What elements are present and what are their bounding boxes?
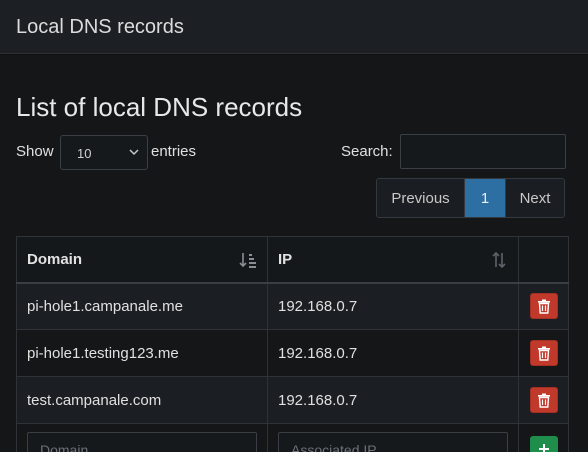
plus-icon	[538, 444, 549, 452]
ip-form-cell: Associated IP	[267, 423, 519, 452]
page-1-button[interactable]: 1	[465, 179, 505, 217]
chevron-down-icon	[129, 149, 139, 156]
actions-cell	[518, 376, 569, 424]
dns-records-panel: List of local DNS records Show 10 entrie…	[0, 55, 588, 452]
trash-icon	[537, 299, 550, 314]
page-title: Local DNS records	[16, 16, 184, 38]
domain-cell: pi-hole1.campanale.me	[16, 282, 268, 330]
page-header: Local DNS records	[0, 0, 588, 54]
actions-cell	[518, 329, 569, 377]
add-cell	[518, 423, 569, 452]
sort-amount-down-icon	[239, 253, 256, 268]
table-row: pi-hole1.testing123.me 192.168.0.7	[16, 329, 569, 377]
sort-both-icon	[492, 251, 506, 269]
delete-record-button[interactable]	[529, 387, 558, 413]
trash-icon	[537, 393, 550, 408]
table-header-row: Domain IP	[16, 236, 569, 284]
entries-select[interactable]: 10	[60, 135, 148, 170]
domain-cell: pi-hole1.testing123.me	[16, 329, 268, 377]
next-page-button[interactable]: Next	[505, 179, 564, 217]
column-header-actions	[518, 236, 569, 284]
ip-input[interactable]: Associated IP	[278, 432, 508, 452]
column-header-ip-label: IP	[278, 250, 293, 268]
search-input[interactable]	[400, 134, 566, 169]
list-title: List of local DNS records	[16, 92, 303, 122]
search-label: Search:	[341, 143, 393, 160]
table-row: test.campanale.com 192.168.0.7	[16, 376, 569, 424]
delete-record-button[interactable]	[529, 340, 558, 366]
ip-cell: 192.168.0.7	[267, 376, 519, 424]
actions-cell	[518, 282, 569, 330]
column-header-ip[interactable]: IP	[267, 236, 519, 284]
delete-record-button[interactable]	[529, 293, 558, 320]
ip-cell: 192.168.0.7	[267, 282, 519, 330]
domain-form-cell: Domain	[16, 423, 268, 452]
trash-icon	[537, 346, 550, 361]
previous-page-button[interactable]: Previous	[377, 179, 465, 217]
add-record-button[interactable]	[529, 436, 558, 452]
table-row: pi-hole1.campanale.me 192.168.0.7	[16, 282, 569, 330]
domain-input[interactable]: Domain	[27, 432, 257, 452]
domain-cell: test.campanale.com	[16, 376, 268, 424]
show-label: Show	[16, 143, 54, 160]
entries-select-value: 10	[77, 146, 92, 161]
entries-label: entries	[151, 143, 197, 160]
column-header-domain[interactable]: Domain	[16, 236, 268, 284]
add-record-row: Domain Associated IP	[16, 423, 569, 452]
dns-records-table: Domain IP pi-hole1.campanale.me 192.168.…	[16, 236, 569, 452]
ip-cell: 192.168.0.7	[267, 329, 519, 377]
pagination: Previous 1 Next	[376, 178, 565, 218]
column-header-domain-label: Domain	[27, 250, 83, 268]
